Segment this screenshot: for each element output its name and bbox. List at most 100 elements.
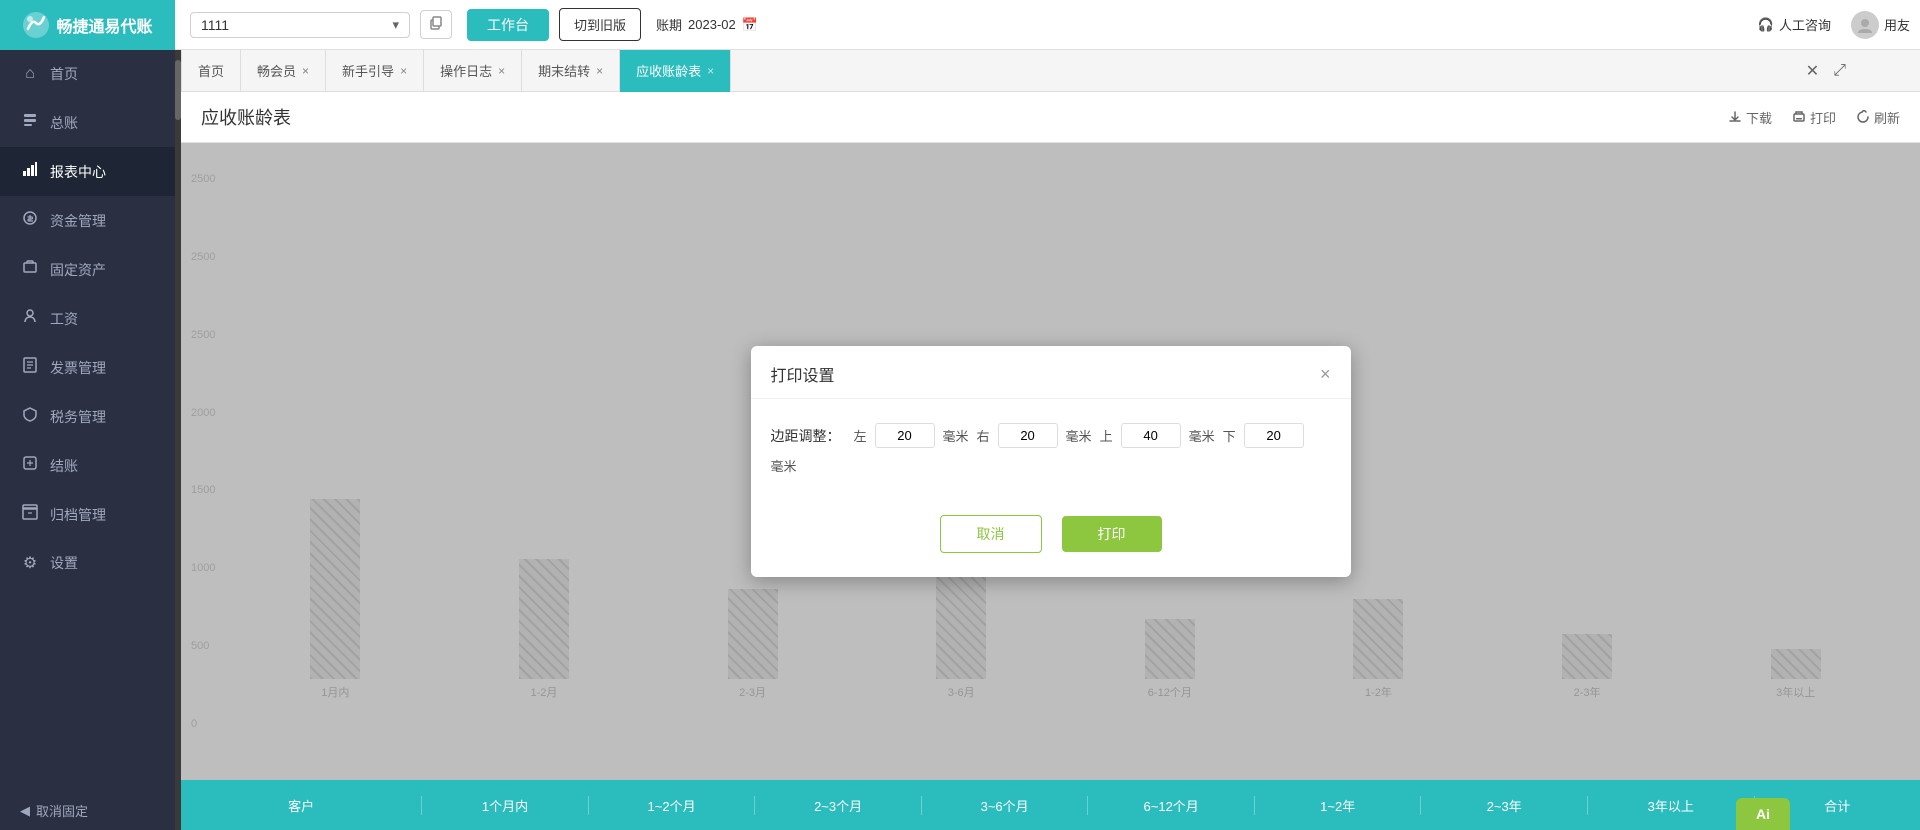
sidebar-item-label: 首页 [50,64,78,84]
period-area: 账期 2023-02 📅 [656,15,758,34]
refresh-icon [1856,110,1870,124]
sidebar-item-home[interactable]: ⌂ 首页 [0,50,175,98]
table-col-customer: 客户 [181,796,422,815]
copy-button[interactable] [420,10,452,39]
left-label: 左 [854,426,867,445]
confirm-print-button[interactable]: 打印 [1062,516,1162,552]
tab-member-label: 畅会员 [257,61,296,80]
tab-home[interactable]: 首页 [181,50,241,92]
company-selector[interactable]: 1111 ▾ [190,12,410,38]
sidebar-item-label: 总账 [50,113,78,133]
workbench-button[interactable]: 工作台 [467,9,549,41]
modal-overlay: 打印设置 × 边距调整： 左 毫米 右 毫米 上 [181,143,1920,780]
print-settings-dialog: 打印设置 × 边距调整： 左 毫米 右 毫米 上 [751,346,1351,577]
invoice-icon [20,357,40,378]
dialog-close-button[interactable]: × [1320,365,1331,383]
settings-icon: ⚙ [20,553,40,573]
right-margin-input[interactable] [998,423,1058,448]
refresh-label: 刷新 [1874,108,1900,127]
tab-guide-close[interactable]: × [400,65,407,77]
margin-row: 边距调整： 左 毫米 右 毫米 上 毫米 下 毫米 [771,423,1331,475]
left-margin-input[interactable] [875,423,935,448]
right-area: 🎧 人工咨询 用友 [1758,11,1910,39]
print-label: 打印 [1810,108,1836,127]
sidebar-item-reports[interactable]: 报表中心 [0,147,175,196]
sidebar: ⌂ 首页 总账 报表中心 资金管理 固定资产 [0,50,175,830]
cancel-button[interactable]: 取消 [940,515,1042,553]
download-button[interactable]: 下载 [1728,108,1772,127]
consult-button[interactable]: 🎧 人工咨询 [1758,15,1831,34]
copy-icon [429,16,443,30]
user-area[interactable]: 用友 [1851,11,1910,39]
sidebar-item-ledger[interactable]: 总账 [0,98,175,147]
ledger-icon [20,112,40,133]
tab-close-button[interactable]: ✕ [1802,57,1823,85]
bottom-label: 下 [1223,426,1236,445]
table-col-2-3y: 2~3年 [1421,796,1588,815]
content-area: 首页 畅会员 × 新手引导 × 操作日志 × 期末结转 × 应收账龄表 × [181,50,1920,830]
logo-icon [22,11,50,39]
sidebar-item-closing[interactable]: 结账 [0,441,175,490]
closing-icon [20,455,40,476]
sidebar-item-assets[interactable]: 固定资产 [0,245,175,294]
home-icon: ⌂ [20,65,40,83]
download-label: 下载 [1746,108,1772,127]
table-col-6-12m: 6~12个月 [1088,796,1255,815]
sidebar-item-invoice[interactable]: 发票管理 [0,343,175,392]
tab-home-label: 首页 [198,61,224,80]
print-action-button[interactable]: 打印 [1792,108,1836,127]
tab-maximize-button[interactable]: ⤢ [1829,58,1850,84]
top-unit: 毫米 [1189,426,1215,445]
sidebar-item-settings[interactable]: ⚙ 设置 [0,539,175,587]
tab-period-end-close[interactable]: × [596,65,603,77]
calendar-icon[interactable]: 📅 [742,17,758,33]
sidebar-item-label: 设置 [50,553,78,573]
left-unit: 毫米 [943,426,969,445]
sidebar-footer[interactable]: ◀ 取消固定 [0,791,175,830]
table-col-3y-plus: 3年以上 [1588,796,1755,815]
sidebar-item-label: 结账 [50,456,78,476]
tab-member[interactable]: 畅会员 × [241,50,326,92]
print-icon [1792,110,1806,124]
company-name: 1111 [201,17,384,33]
dialog-title: 打印设置 [771,362,835,386]
bottom-unit: 毫米 [771,456,797,475]
sidebar-item-label: 发票管理 [50,358,106,378]
user-name: 用友 [1884,15,1910,34]
dialog-header: 打印设置 × [751,346,1351,399]
tab-ar-aging[interactable]: 应收账龄表 × [620,50,731,92]
top-bar: 畅捷通易代账 1111 ▾ 工作台 切到旧版 账期 2023-02 📅 🎧 人工… [0,0,1920,50]
footer-label: 取消固定 [36,801,88,820]
tab-ar-aging-close[interactable]: × [707,65,714,77]
tab-period-end-label: 期末结转 [538,61,590,80]
tab-member-close[interactable]: × [302,65,309,77]
user-icon [1856,16,1874,34]
table-col-2-3m: 2~3个月 [755,796,922,815]
ai-badge[interactable]: Ai [1736,798,1790,830]
tab-guide[interactable]: 新手引导 × [326,50,424,92]
sidebar-item-label: 资金管理 [50,211,106,231]
tab-log[interactable]: 操作日志 × [424,50,522,92]
chevron-down-icon: ▾ [392,17,399,33]
archive-icon [20,504,40,525]
top-margin-input[interactable] [1121,423,1181,448]
pin-icon: ◀ [20,803,30,819]
sidebar-item-salary[interactable]: 工资 [0,294,175,343]
main-layout: ⌂ 首页 总账 报表中心 资金管理 固定资产 [0,50,1920,830]
ai-badge-label: Ai [1756,806,1770,822]
tab-period-end[interactable]: 期末结转 × [522,50,620,92]
bottom-margin-input[interactable] [1244,423,1304,448]
sidebar-item-funds[interactable]: 资金管理 [0,196,175,245]
switch-version-button[interactable]: 切到旧版 [559,8,641,41]
sidebar-item-archive[interactable]: 归档管理 [0,490,175,539]
bottom-table-header: 客户 1个月内 1~2个月 2~3个月 3~6个月 6~12个月 1~2年 2~… [181,780,1920,830]
tab-log-close[interactable]: × [498,65,505,77]
table-col-1-2y: 1~2年 [1255,796,1422,815]
margin-label: 边距调整： [771,426,841,446]
table-col-3-6m: 3~6个月 [922,796,1089,815]
reports-icon [20,161,40,182]
sidebar-item-label: 固定资产 [50,260,106,280]
sidebar-item-tax[interactable]: 税务管理 [0,392,175,441]
refresh-button[interactable]: 刷新 [1856,108,1900,127]
right-label: 右 [977,426,990,445]
